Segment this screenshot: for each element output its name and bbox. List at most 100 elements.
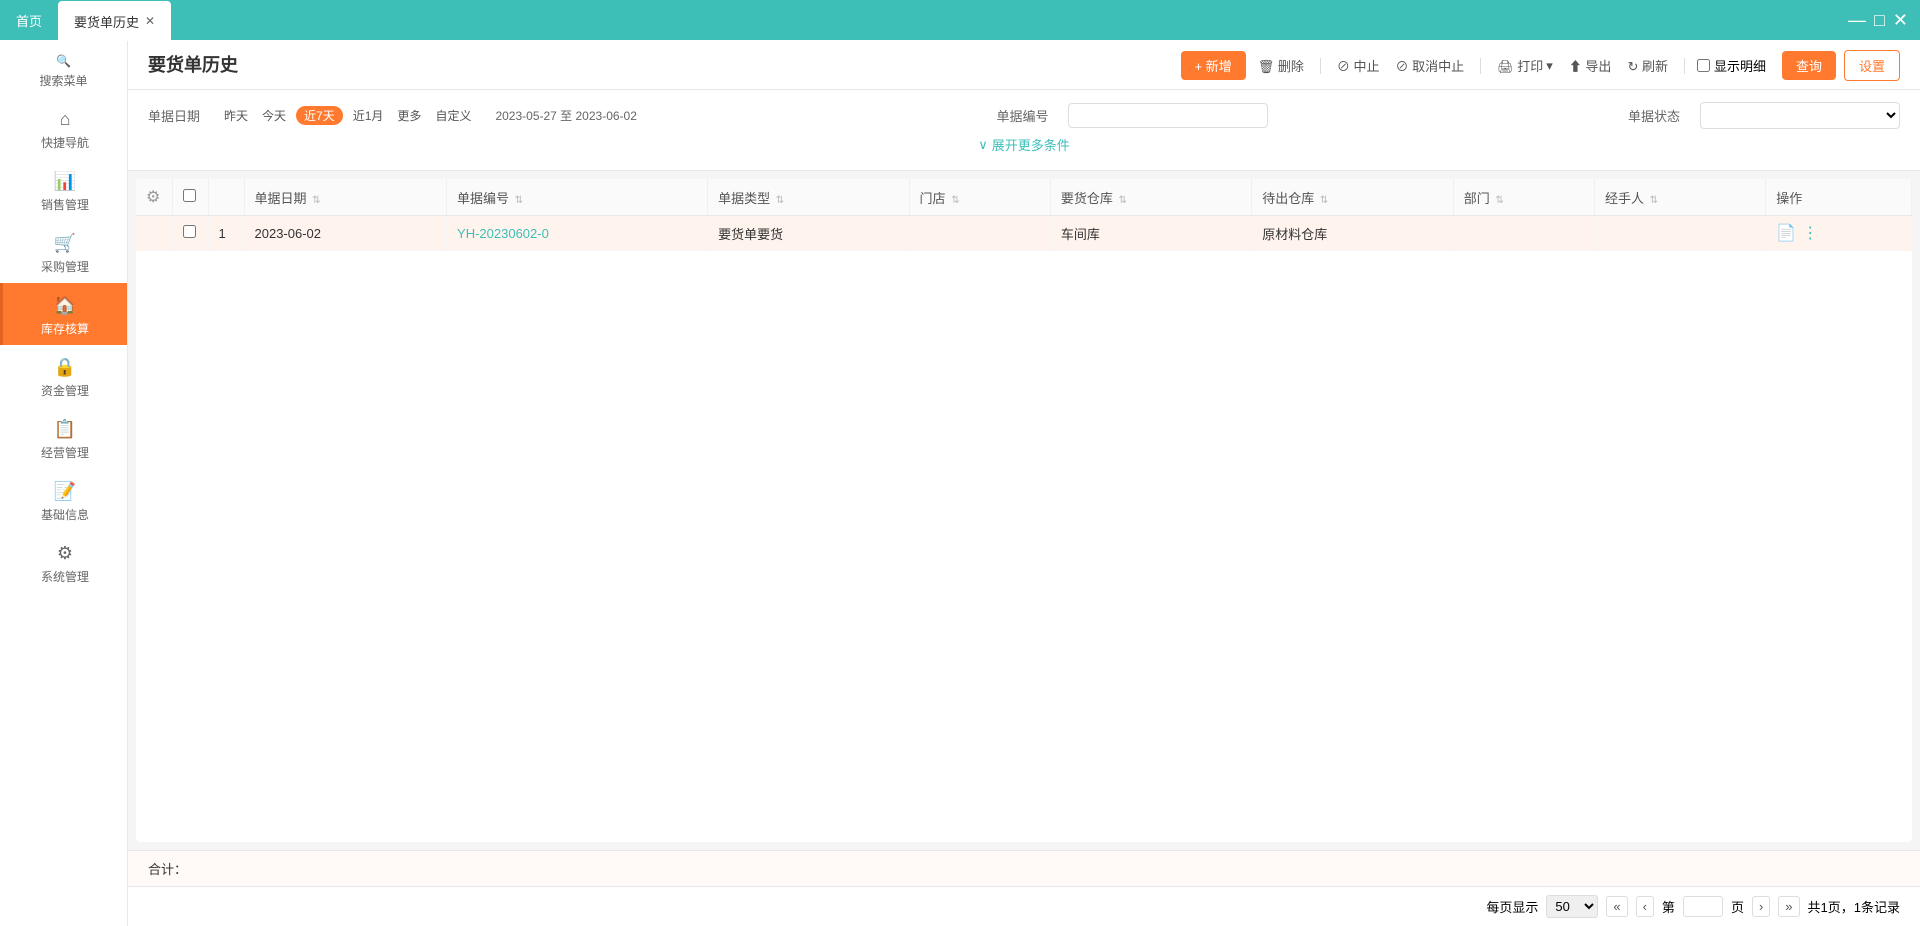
expand-row: ∨ 展开更多条件: [148, 135, 1900, 154]
toolbar: + 新增 🗑 删除 ⊘ 中止 ⊘ 取消中止 🖨 打印 ▾ ⬆ 导出 ↻ 刷新: [1181, 50, 1900, 81]
page-title: 要货单历史: [148, 51, 238, 77]
pagination-bar: 每页显示 50 100 « ‹ 第 1 页 › » 共1页，1条记录: [128, 886, 1920, 926]
row-checkbox[interactable]: [183, 225, 196, 238]
table-header: ⚙ 单据日期 ⇅ 单据编号: [136, 179, 1912, 216]
top-bar: 首页 要货单历史 ✕ — □ ✕: [0, 0, 1920, 40]
sidebar-item-system[interactable]: ⚙ 系统管理: [0, 531, 127, 593]
chart-icon: 📊: [54, 171, 76, 192]
show-detail-checkbox[interactable]: [1697, 59, 1710, 72]
table-body: 1 2023-06-02 YH-20230602-0 要货单要货: [136, 216, 1912, 251]
header-row: ⚙ 单据日期 ⇅ 单据编号: [136, 179, 1912, 216]
sort-icon-date[interactable]: ⇅: [312, 195, 320, 206]
stop-button[interactable]: ⊘ 中止: [1333, 54, 1384, 77]
date-filter-buttons: 昨天 今天 近7天 近1月 更多 自定义: [220, 106, 475, 125]
new-button[interactable]: + 新增: [1181, 51, 1246, 80]
select-all-checkbox[interactable]: [183, 189, 196, 202]
date-btn-custom[interactable]: 自定义: [431, 106, 475, 125]
col-settings: ⚙: [136, 179, 172, 216]
cell-dept: [1453, 216, 1594, 251]
sort-icon-handler[interactable]: ⇅: [1650, 195, 1658, 206]
settings-button[interactable]: 设置: [1844, 50, 1900, 81]
status-select[interactable]: [1700, 102, 1900, 129]
bill-no-link[interactable]: YH-20230602-0: [457, 226, 549, 241]
show-detail-label[interactable]: 显示明细: [1697, 56, 1766, 75]
lock-icon: 🔒: [54, 357, 76, 378]
sort-icon-store[interactable]: ⇅: [951, 195, 959, 206]
separator-2: [1480, 58, 1481, 74]
sort-icon-pending-warehouse[interactable]: ⇅: [1320, 195, 1328, 206]
bill-no-input[interactable]: [1068, 103, 1268, 128]
edit-icon[interactable]: 📄: [1776, 223, 1796, 243]
refresh-button[interactable]: ↻ 刷新: [1623, 54, 1672, 77]
sort-icon-dept[interactable]: ⇅: [1495, 195, 1503, 206]
window-controls: — □ ✕: [1848, 10, 1920, 31]
col-bill-type: 单据类型 ⇅: [708, 179, 909, 216]
first-page-button[interactable]: «: [1606, 896, 1627, 917]
cell-settings: [136, 216, 172, 251]
table-row: 1 2023-06-02 YH-20230602-0 要货单要货: [136, 216, 1912, 251]
col-req-warehouse: 要货仓库 ⇅: [1050, 179, 1251, 216]
page-header: 要货单历史 + 新增 🗑 删除 ⊘ 中止 ⊘ 取消中止 🖨 打印 ▾ ⬆ 导出: [128, 40, 1920, 90]
date-btn-yesterday[interactable]: 昨天: [220, 106, 252, 125]
sidebar-search[interactable]: 🔍 搜索菜单: [0, 40, 127, 97]
sidebar-item-purchase[interactable]: 🛒 采购管理: [0, 221, 127, 283]
date-btn-1month[interactable]: 近1月: [349, 106, 388, 125]
next-page-button[interactable]: ›: [1752, 896, 1770, 917]
print-button[interactable]: 🖨 打印 ▾: [1493, 54, 1557, 77]
export-button[interactable]: ⬆ 导出: [1565, 54, 1616, 77]
sort-icon-bill-type[interactable]: ⇅: [776, 195, 784, 206]
search-icon: 🔍: [56, 54, 71, 68]
separator-3: [1684, 58, 1685, 74]
total-records: 共1页，1条记录: [1808, 897, 1900, 916]
cell-pending-warehouse: 原材料仓库: [1252, 216, 1453, 251]
data-table: ⚙ 单据日期 ⇅ 单据编号: [136, 179, 1912, 251]
last-page-button[interactable]: »: [1778, 896, 1799, 917]
row-actions: 📄 ⋮: [1776, 223, 1901, 243]
cell-bill-no: YH-20230602-0: [447, 216, 708, 251]
per-page-select[interactable]: 50 100: [1546, 895, 1598, 918]
col-actions: 操作: [1766, 179, 1912, 216]
chevron-down-icon: ∨: [978, 137, 988, 153]
sidebar-item-basic[interactable]: 📝 基础信息: [0, 469, 127, 531]
filter-row: 单据日期 昨天 今天 近7天 近1月 更多 自定义 2023-05-27 至 2…: [148, 102, 1900, 129]
sort-icon-bill-no[interactable]: ⇅: [515, 195, 523, 206]
query-button[interactable]: 查询: [1782, 51, 1836, 80]
sidebar-item-inventory[interactable]: 🏠 库存核算: [0, 283, 127, 345]
expand-button[interactable]: ∨ 展开更多条件: [148, 135, 1900, 154]
page-input[interactable]: 1: [1683, 896, 1723, 917]
column-settings-icon[interactable]: ⚙: [146, 189, 160, 206]
sidebar-item-finance[interactable]: 🔒 资金管理: [0, 345, 127, 407]
filter-area: 单据日期 昨天 今天 近7天 近1月 更多 自定义 2023-05-27 至 2…: [128, 90, 1920, 171]
maximize-button[interactable]: □: [1874, 10, 1885, 31]
sidebar-item-sales[interactable]: 📊 销售管理: [0, 159, 127, 221]
col-date: 单据日期 ⇅: [244, 179, 447, 216]
tab-home[interactable]: 首页: [0, 0, 58, 40]
delete-button[interactable]: 🗑 删除: [1254, 54, 1308, 77]
col-dept: 部门 ⇅: [1453, 179, 1594, 216]
date-btn-more[interactable]: 更多: [393, 106, 425, 125]
sidebar: 🔍 搜索菜单 ⌂ 快捷导航 📊 销售管理 🛒 采购管理 🏠 库存核算 🔒: [0, 40, 128, 926]
print-dropdown-icon[interactable]: ▾: [1546, 58, 1553, 74]
system-icon: ⚙: [57, 543, 73, 564]
bill-no-label: 单据编号: [996, 106, 1048, 125]
tab-close-icon[interactable]: ✕: [145, 14, 155, 28]
cell-date: 2023-06-02: [244, 216, 447, 251]
date-filter-label: 单据日期: [148, 106, 200, 125]
content-area: 要货单历史 + 新增 🗑 删除 ⊘ 中止 ⊘ 取消中止 🖨 打印 ▾ ⬆ 导出: [128, 40, 1920, 926]
sort-icon-req-warehouse[interactable]: ⇅: [1118, 195, 1126, 206]
main-area: 🔍 搜索菜单 ⌂ 快捷导航 📊 销售管理 🛒 采购管理 🏠 库存核算 🔒: [0, 40, 1920, 926]
cancel-stop-button[interactable]: ⊘ 取消中止: [1392, 54, 1469, 77]
separator-1: [1320, 58, 1321, 74]
close-button[interactable]: ✕: [1893, 10, 1908, 31]
inventory-icon: 🏠: [54, 295, 76, 316]
prev-page-button[interactable]: ‹: [1636, 896, 1654, 917]
sidebar-item-operations[interactable]: 📋 经营管理: [0, 407, 127, 469]
date-btn-today[interactable]: 今天: [258, 106, 290, 125]
tab-requisition[interactable]: 要货单历史 ✕: [58, 1, 171, 41]
minimize-button[interactable]: —: [1848, 10, 1866, 31]
sidebar-item-quick-nav[interactable]: ⌂ 快捷导航: [0, 97, 127, 159]
col-check: [172, 179, 208, 216]
table-container: ⚙ 单据日期 ⇅ 单据编号: [136, 179, 1912, 842]
more-actions-icon[interactable]: ⋮: [1802, 223, 1818, 243]
date-btn-7days[interactable]: 近7天: [296, 106, 343, 125]
